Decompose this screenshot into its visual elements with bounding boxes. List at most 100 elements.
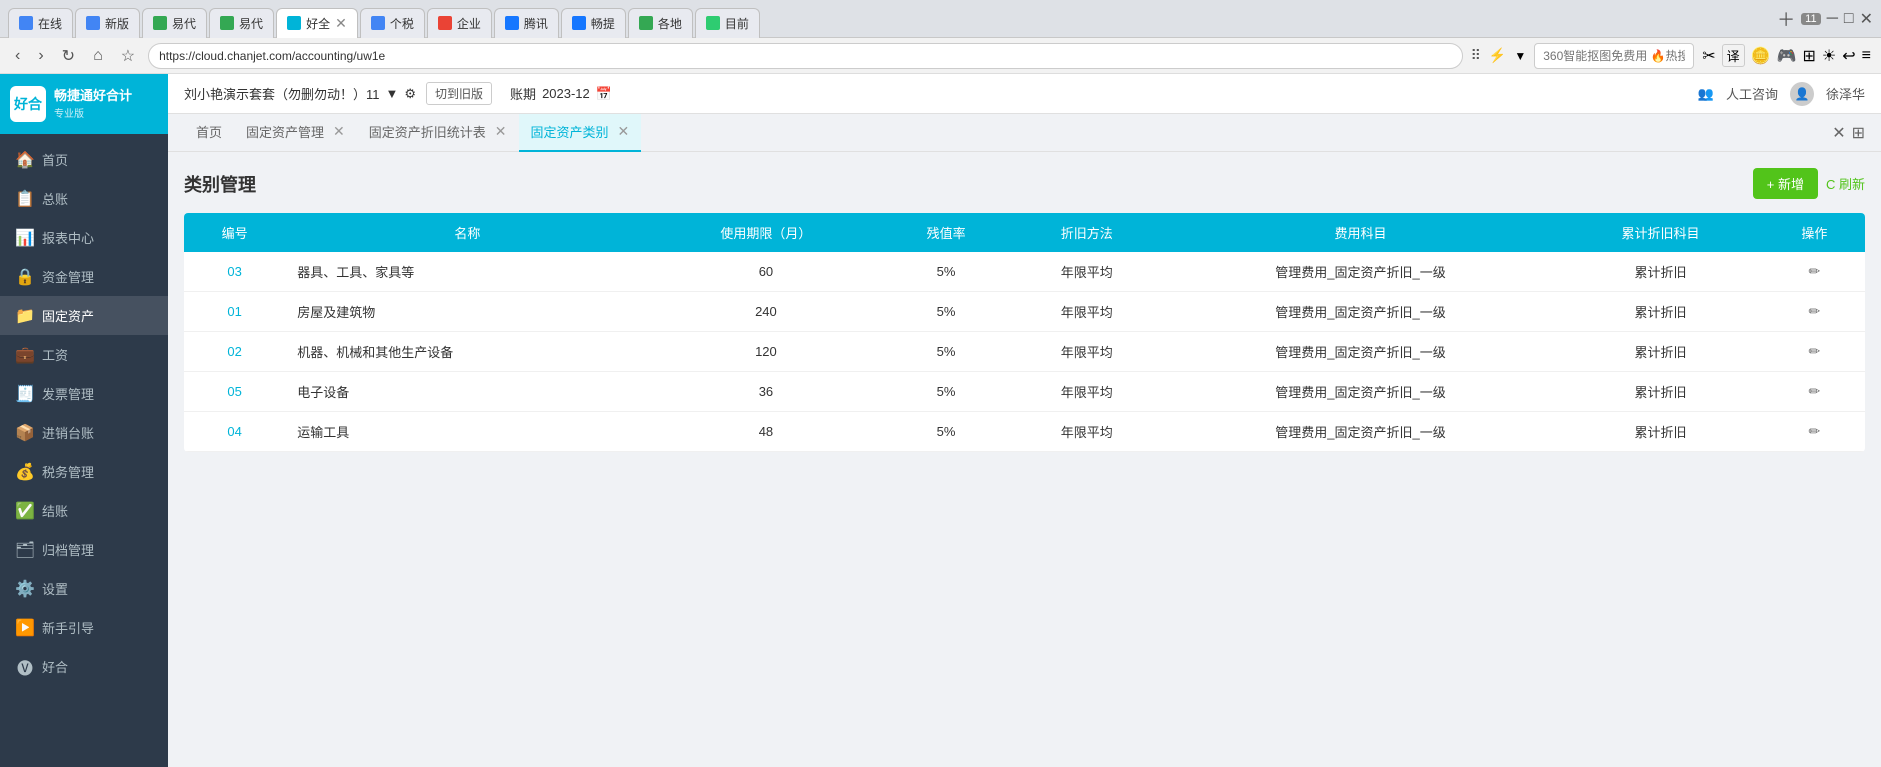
service-label[interactable]: 人工咨询 — [1726, 84, 1778, 103]
sidebar-item-fixed-assets[interactable]: 📁 固定资产 — [0, 296, 168, 335]
browser-tab-9[interactable]: 各地 — [628, 8, 693, 38]
logo-text-block: 畅捷通好合计 专业版 — [54, 88, 132, 120]
browser-tab-3[interactable]: 易代 — [209, 8, 274, 38]
menu-icon[interactable]: ≡ — [1862, 47, 1871, 65]
page-tab-home[interactable]: 首页 — [184, 114, 234, 152]
sidebar-item-guide[interactable]: ▶️ 新手引导 — [0, 608, 168, 647]
tab-label-1: 新版 — [105, 15, 129, 32]
col-header-code: 编号 — [184, 213, 285, 252]
reload-button[interactable]: ↻ — [57, 44, 80, 68]
cell-code-2[interactable]: 02 — [184, 332, 285, 372]
game-icon[interactable]: 🎮 — [1777, 46, 1797, 66]
extensions-icon: ⠿ — [1471, 47, 1481, 64]
home-button[interactable]: ⌂ — [88, 45, 108, 67]
tab-label-7: 腾讯 — [524, 15, 548, 32]
table-row: 01 房屋及建筑物 240 5% 年限平均 管理费用_固定资产折旧_一级 累计折… — [184, 292, 1865, 332]
page-tab-category[interactable]: 固定资产类别 ✕ — [519, 114, 642, 152]
col-header-action: 操作 — [1764, 213, 1865, 252]
sidebar-item-funds[interactable]: 🔒 资金管理 — [0, 257, 168, 296]
new-tab-btn[interactable]: ＋ — [1777, 6, 1795, 32]
period-value: 2023-12 — [542, 86, 590, 101]
browser-tab-0[interactable]: 在线 — [8, 8, 73, 38]
tab-expand-icon[interactable]: ⊞ — [1852, 123, 1865, 143]
cell-code-0[interactable]: 03 — [184, 252, 285, 292]
close-tab-depreciation-table-icon[interactable]: ✕ — [495, 123, 507, 140]
sidebar-item-ledger[interactable]: 📋 总账 — [0, 179, 168, 218]
edit-button-2[interactable]: ✏ — [1808, 343, 1820, 360]
sidebar-item-home[interactable]: 🏠 首页 — [0, 140, 168, 179]
browser-tab-5[interactable]: 个税 — [360, 8, 425, 38]
sidebar-item-haohui[interactable]: 🅥 好合 — [0, 647, 168, 686]
cell-action-1[interactable]: ✏ — [1764, 292, 1865, 332]
sun-icon[interactable]: ☀ — [1822, 46, 1836, 66]
dropdown-chevron-icon[interactable]: ▼ — [386, 86, 399, 101]
sidebar-item-label-fixed-assets: 固定资产 — [42, 306, 94, 325]
sidebar-item-tax[interactable]: 💰 税务管理 — [0, 452, 168, 491]
browser-tab-1[interactable]: 新版 — [75, 8, 140, 38]
sidebar-item-archive[interactable]: 🗂 归档管理 — [0, 530, 168, 569]
cell-action-2[interactable]: ✏ — [1764, 332, 1865, 372]
category-table: 编号 名称 使用期限（月） 残值率 折旧方法 费用科目 累计折旧科目 操作 03… — [184, 213, 1865, 452]
close-tab-fixed-assets-mgmt-icon[interactable]: ✕ — [333, 123, 345, 140]
edit-button-0[interactable]: ✏ — [1808, 263, 1820, 280]
forward-button[interactable]: › — [33, 45, 48, 67]
cell-action-3[interactable]: ✏ — [1764, 372, 1865, 412]
service-icon: 👥 — [1698, 86, 1714, 102]
cell-code-1[interactable]: 01 — [184, 292, 285, 332]
sidebar-item-purchase[interactable]: 📦 进销台账 — [0, 413, 168, 452]
grid-icon[interactable]: ⊞ — [1803, 46, 1816, 66]
browser-tab-10[interactable]: 目前 — [695, 8, 760, 38]
browser-tab-4[interactable]: 好全 ✕ — [276, 8, 358, 38]
switch-version-button[interactable]: 切到旧版 — [426, 82, 492, 105]
coin-icon[interactable]: 🪙 — [1751, 46, 1771, 66]
address-bar[interactable] — [148, 43, 1463, 69]
search-input[interactable] — [1534, 43, 1694, 69]
edit-button-3[interactable]: ✏ — [1808, 383, 1820, 400]
cell-rate-3: 5% — [882, 372, 1010, 412]
cell-code-3[interactable]: 05 — [184, 372, 285, 412]
settings-gear-icon[interactable]: ⚙ — [404, 86, 416, 102]
browser-tab-8[interactable]: 畅提 — [561, 8, 626, 38]
invoice-icon: 🧾 — [16, 385, 34, 403]
undo-icon[interactable]: ↩ — [1842, 46, 1855, 66]
sidebar-item-reports[interactable]: 📊 报表中心 — [0, 218, 168, 257]
tab-icon-6 — [438, 16, 452, 30]
table-header-row: 编号 名称 使用期限（月） 残值率 折旧方法 费用科目 累计折旧科目 操作 — [184, 213, 1865, 252]
sidebar-item-payroll[interactable]: 💼 工资 — [0, 335, 168, 374]
sidebar-item-label-funds: 资金管理 — [42, 267, 94, 286]
sidebar-item-label-tax: 税务管理 — [42, 462, 94, 481]
browser-tab-2[interactable]: 易代 — [142, 8, 207, 38]
page-tab-depreciation-table[interactable]: 固定资产折旧统计表 ✕ — [357, 114, 519, 152]
minimize-icon[interactable]: ─ — [1827, 10, 1838, 28]
sidebar-item-settings[interactable]: ⚙️ 设置 — [0, 569, 168, 608]
dropdown-icon[interactable]: ▼ — [1514, 49, 1526, 63]
sidebar-item-closing[interactable]: ✅ 结账 — [0, 491, 168, 530]
user-info: 刘小艳演示套套（勿删勿动！）11 ▼ ⚙ — [184, 84, 416, 103]
browser-tab-6[interactable]: 企业 — [427, 8, 492, 38]
cell-code-4[interactable]: 04 — [184, 412, 285, 452]
sidebar-item-invoice[interactable]: 🧾 发票管理 — [0, 374, 168, 413]
close-tab-category-icon[interactable]: ✕ — [618, 123, 630, 140]
tab-close-all-icon[interactable]: ✕ — [1832, 123, 1845, 143]
browser-tab-7[interactable]: 腾讯 — [494, 8, 559, 38]
scissors-icon[interactable]: ✂ — [1702, 46, 1715, 66]
edit-button-1[interactable]: ✏ — [1808, 303, 1820, 320]
cell-months-4: 48 — [650, 412, 883, 452]
period-label: 账期 — [510, 84, 536, 103]
page-tab-fixed-assets-mgmt[interactable]: 固定资产管理 ✕ — [234, 114, 357, 152]
back-button[interactable]: ‹ — [10, 45, 25, 67]
maximize-icon[interactable]: □ — [1844, 10, 1854, 28]
bookmark-button[interactable]: ☆ — [116, 44, 140, 68]
edit-button-4[interactable]: ✏ — [1808, 423, 1820, 440]
close-window-icon[interactable]: ✕ — [1860, 9, 1873, 29]
close-icon-4[interactable]: ✕ — [335, 16, 347, 30]
cell-action-0[interactable]: ✏ — [1764, 252, 1865, 292]
logo-sub: 专业版 — [54, 105, 132, 120]
add-button[interactable]: + 新增 — [1753, 168, 1818, 199]
sidebar-item-label-invoice: 发票管理 — [42, 384, 94, 403]
refresh-button[interactable]: C 刷新 — [1826, 174, 1865, 193]
tab-icon-2 — [153, 16, 167, 30]
calendar-icon[interactable]: 📅 — [596, 86, 612, 102]
translate-icon[interactable]: 译 — [1722, 44, 1745, 67]
cell-action-4[interactable]: ✏ — [1764, 412, 1865, 452]
